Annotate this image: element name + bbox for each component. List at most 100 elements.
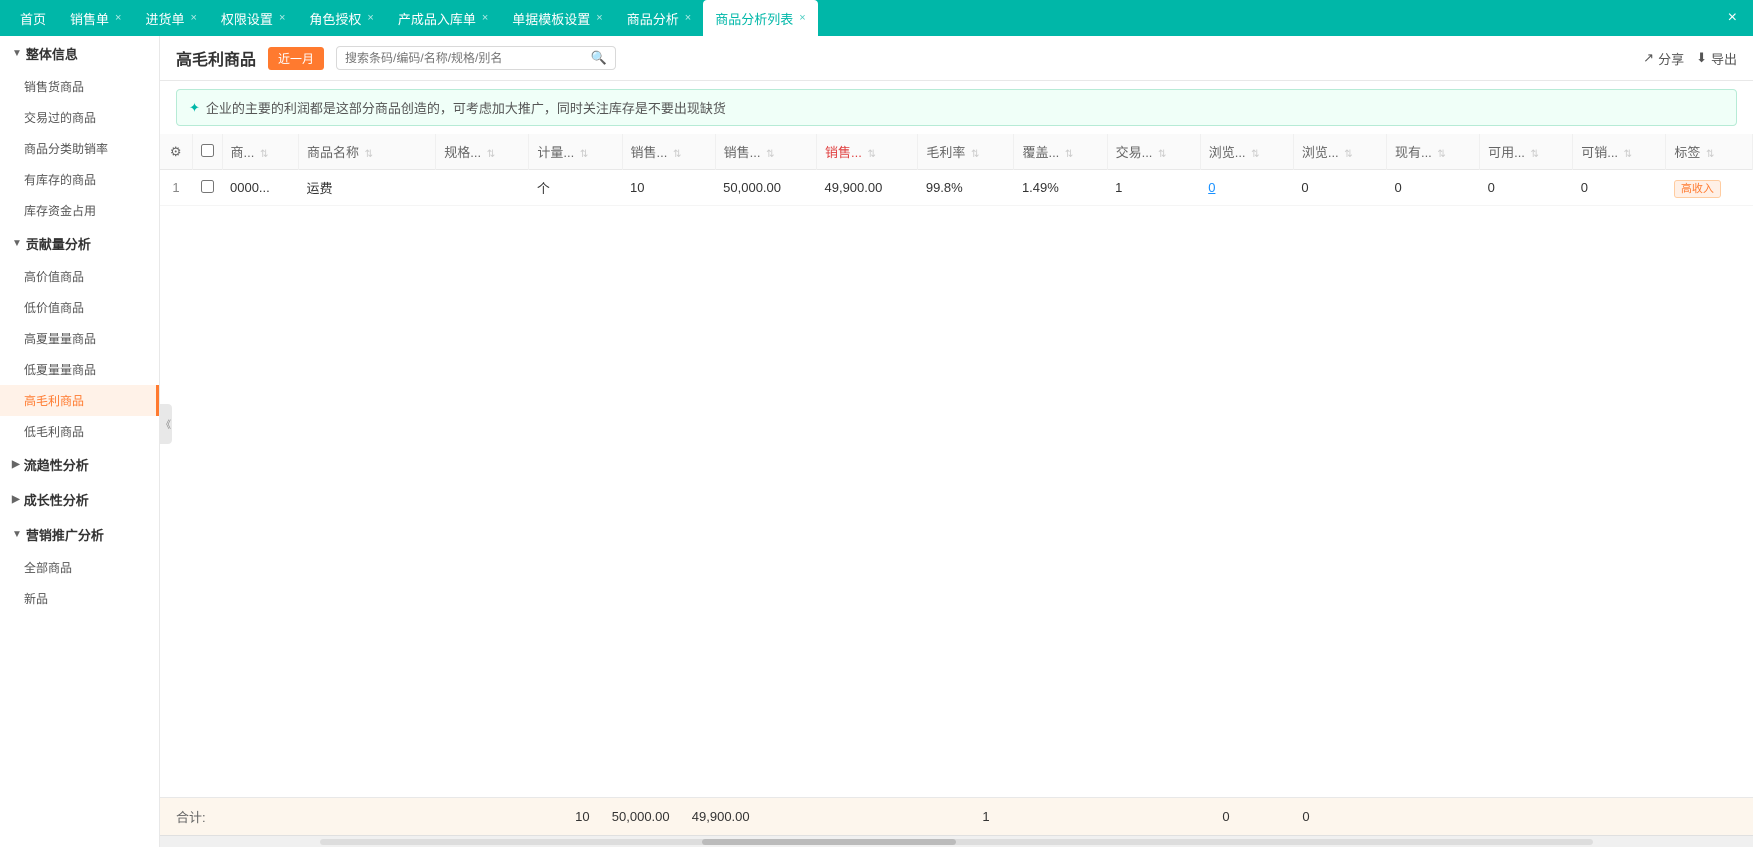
- nav-tab-template-settings[interactable]: 单据模板设置 ×: [500, 0, 614, 36]
- sort-icon: ⇅: [580, 149, 588, 160]
- sidebar-group-contribution[interactable]: ▼ 贡献量分析: [0, 226, 159, 261]
- info-banner: ✦ 企业的主要的利润都是这部分商品创造的，可考虑加大推广，同时关注库存是不要出现…: [176, 89, 1737, 126]
- data-table-container: ⚙ 商... ⇅ 商品名称 ⇅: [160, 134, 1753, 797]
- col-available[interactable]: 可用... ⇅: [1480, 134, 1573, 170]
- cell-available: 0: [1480, 170, 1573, 206]
- cell-sales-amount: 50,000.00: [715, 170, 816, 206]
- col-saleable[interactable]: 可销... ⇅: [1573, 134, 1666, 170]
- col-views1[interactable]: 浏览... ⇅: [1200, 134, 1293, 170]
- close-icon[interactable]: ×: [115, 12, 121, 24]
- close-icon[interactable]: ×: [482, 12, 488, 24]
- nav-tab-roles[interactable]: 角色授权 ×: [297, 0, 385, 36]
- sidebar-item-high-margin[interactable]: 高毛利商品: [0, 385, 159, 416]
- top-navigation: 首页 销售单 × 进货单 × 权限设置 × 角色授权 × 产成品入库单 × 单据…: [0, 0, 1753, 36]
- cell-code: 0000...: [222, 170, 299, 206]
- close-icon[interactable]: ×: [279, 12, 285, 24]
- sort-icon: ⇅: [1344, 149, 1352, 160]
- sidebar-toggle-button[interactable]: 《: [160, 404, 172, 444]
- chevron-down-icon: ▼: [12, 238, 22, 249]
- sidebar-item-sales-goods[interactable]: 销售货商品: [0, 71, 159, 102]
- sidebar-group-overall[interactable]: ▼ 整体信息: [0, 36, 159, 71]
- sidebar-item-category-sales-rate[interactable]: 商品分类助销率: [0, 133, 159, 164]
- col-views2[interactable]: 浏览... ⇅: [1293, 134, 1386, 170]
- sort-icon: ⇅: [971, 149, 979, 160]
- row-checkbox[interactable]: [201, 180, 214, 193]
- horizontal-scrollbar[interactable]: [160, 835, 1753, 847]
- content-area: 高毛利商品 近一月 🔍 ↗ 分享 ⬇ 导出 ✦ 企业的主要的利润都是这部分商品创…: [160, 36, 1753, 847]
- footer-transactions: 1: [918, 809, 998, 824]
- close-icon[interactable]: ×: [596, 12, 602, 24]
- col-coverage[interactable]: 覆盖... ⇅: [1014, 134, 1107, 170]
- col-gross-margin[interactable]: 毛利率 ⇅: [918, 134, 1014, 170]
- chevron-down-icon: ▼: [12, 529, 22, 540]
- col-name[interactable]: 商品名称 ⇅: [299, 134, 436, 170]
- col-unit[interactable]: 计量... ⇅: [529, 134, 622, 170]
- cell-tag: 高收入: [1666, 170, 1753, 206]
- scrollbar-track: [320, 839, 1593, 845]
- col-sales-profit[interactable]: 销售... ⇅: [817, 134, 918, 170]
- cell-name: 运费: [299, 170, 436, 206]
- header-actions: ↗ 分享 ⬇ 导出: [1643, 49, 1737, 68]
- sidebar-group-trend[interactable]: ▶ 流趋性分析: [0, 447, 159, 482]
- cell-coverage: 1.49%: [1014, 170, 1107, 206]
- search-icon[interactable]: 🔍: [591, 50, 607, 66]
- sidebar-group-growth[interactable]: ▶ 成长性分析: [0, 482, 159, 517]
- cell-sales-qty: 10: [622, 170, 715, 206]
- sidebar-item-low-margin[interactable]: 低毛利商品: [0, 416, 159, 447]
- nav-tab-product-storage[interactable]: 产成品入库单 ×: [386, 0, 500, 36]
- footer-sales-qty: 10: [518, 809, 598, 824]
- nav-tab-product-analysis[interactable]: 商品分析 ×: [615, 0, 703, 36]
- share-button[interactable]: ↗ 分享: [1643, 49, 1684, 68]
- footer-sales-amount: 50,000.00: [598, 809, 678, 824]
- sidebar-item-stock-capital[interactable]: 库存资金占用: [0, 195, 159, 226]
- sidebar-item-high-value[interactable]: 高价值商品: [0, 261, 159, 292]
- nav-tab-product-analysis-list[interactable]: 商品分析列表 ×: [703, 0, 817, 36]
- cell-saleable: 0: [1573, 170, 1666, 206]
- sidebar-item-low-value[interactable]: 低价值商品: [0, 292, 159, 323]
- nav-tab-purchase-order[interactable]: 进货单 ×: [133, 0, 208, 36]
- share-icon: ↗: [1643, 50, 1654, 66]
- sidebar-item-in-stock-goods[interactable]: 有库存的商品: [0, 164, 159, 195]
- export-button[interactable]: ⬇ 导出: [1696, 49, 1737, 68]
- col-settings[interactable]: ⚙: [160, 134, 192, 170]
- col-spec[interactable]: 规格... ⇅: [436, 134, 529, 170]
- search-input[interactable]: [345, 51, 587, 65]
- chevron-down-icon: ▼: [12, 48, 22, 59]
- scrollbar-thumb[interactable]: [702, 839, 957, 845]
- sort-icon: ⇅: [1706, 149, 1714, 160]
- nav-tab-sales-order[interactable]: 销售单 ×: [58, 0, 133, 36]
- close-icon[interactable]: ×: [799, 12, 805, 24]
- sort-icon: ⇅: [1065, 149, 1073, 160]
- col-transactions[interactable]: 交易... ⇅: [1107, 134, 1200, 170]
- sidebar-item-all-goods[interactable]: 全部商品: [0, 552, 159, 583]
- cell-views1: 0: [1200, 170, 1293, 206]
- settings-icon[interactable]: ⚙: [170, 144, 182, 159]
- col-sales-qty[interactable]: 销售... ⇅: [622, 134, 715, 170]
- nav-tab-permissions[interactable]: 权限设置 ×: [209, 0, 297, 36]
- nav-home[interactable]: 首页: [8, 0, 58, 36]
- sidebar: ▼ 整体信息 销售货商品 交易过的商品 商品分类助销率 有库存的商品 库存资金占…: [0, 36, 160, 847]
- col-code[interactable]: 商... ⇅: [222, 134, 299, 170]
- main-layout: ▼ 整体信息 销售货商品 交易过的商品 商品分类助销率 有库存的商品 库存资金占…: [0, 36, 1753, 847]
- sidebar-item-traded-goods[interactable]: 交易过的商品: [0, 102, 159, 133]
- sidebar-item-new-goods[interactable]: 新品: [0, 583, 159, 614]
- sidebar-item-low-frequency[interactable]: 低夏量量商品: [0, 354, 159, 385]
- content-header: 高毛利商品 近一月 🔍 ↗ 分享 ⬇ 导出: [160, 36, 1753, 81]
- close-icon[interactable]: ×: [190, 12, 196, 24]
- close-all-tabs-button[interactable]: ×: [1720, 9, 1745, 27]
- col-current-stock[interactable]: 现有... ⇅: [1386, 134, 1479, 170]
- sort-icon: ⇅: [867, 149, 875, 160]
- sidebar-item-high-frequency[interactable]: 高夏量量商品: [0, 323, 159, 354]
- search-box: 🔍: [336, 46, 616, 70]
- data-table: ⚙ 商... ⇅ 商品名称 ⇅: [160, 134, 1753, 206]
- col-sales-amount[interactable]: 销售... ⇅: [715, 134, 816, 170]
- close-icon[interactable]: ×: [367, 12, 373, 24]
- select-all-checkbox[interactable]: [201, 144, 214, 157]
- cell-transactions: 1: [1107, 170, 1200, 206]
- table-body: 1 0000... 运费 个 10 50,000.00 49,900.00 99…: [160, 170, 1753, 206]
- time-filter-button[interactable]: 近一月: [268, 47, 324, 70]
- sidebar-group-marketing[interactable]: ▼ 营销推广分析: [0, 517, 159, 552]
- col-tag[interactable]: 标签 ⇅: [1666, 134, 1753, 170]
- export-icon: ⬇: [1696, 50, 1707, 66]
- close-icon[interactable]: ×: [685, 12, 691, 24]
